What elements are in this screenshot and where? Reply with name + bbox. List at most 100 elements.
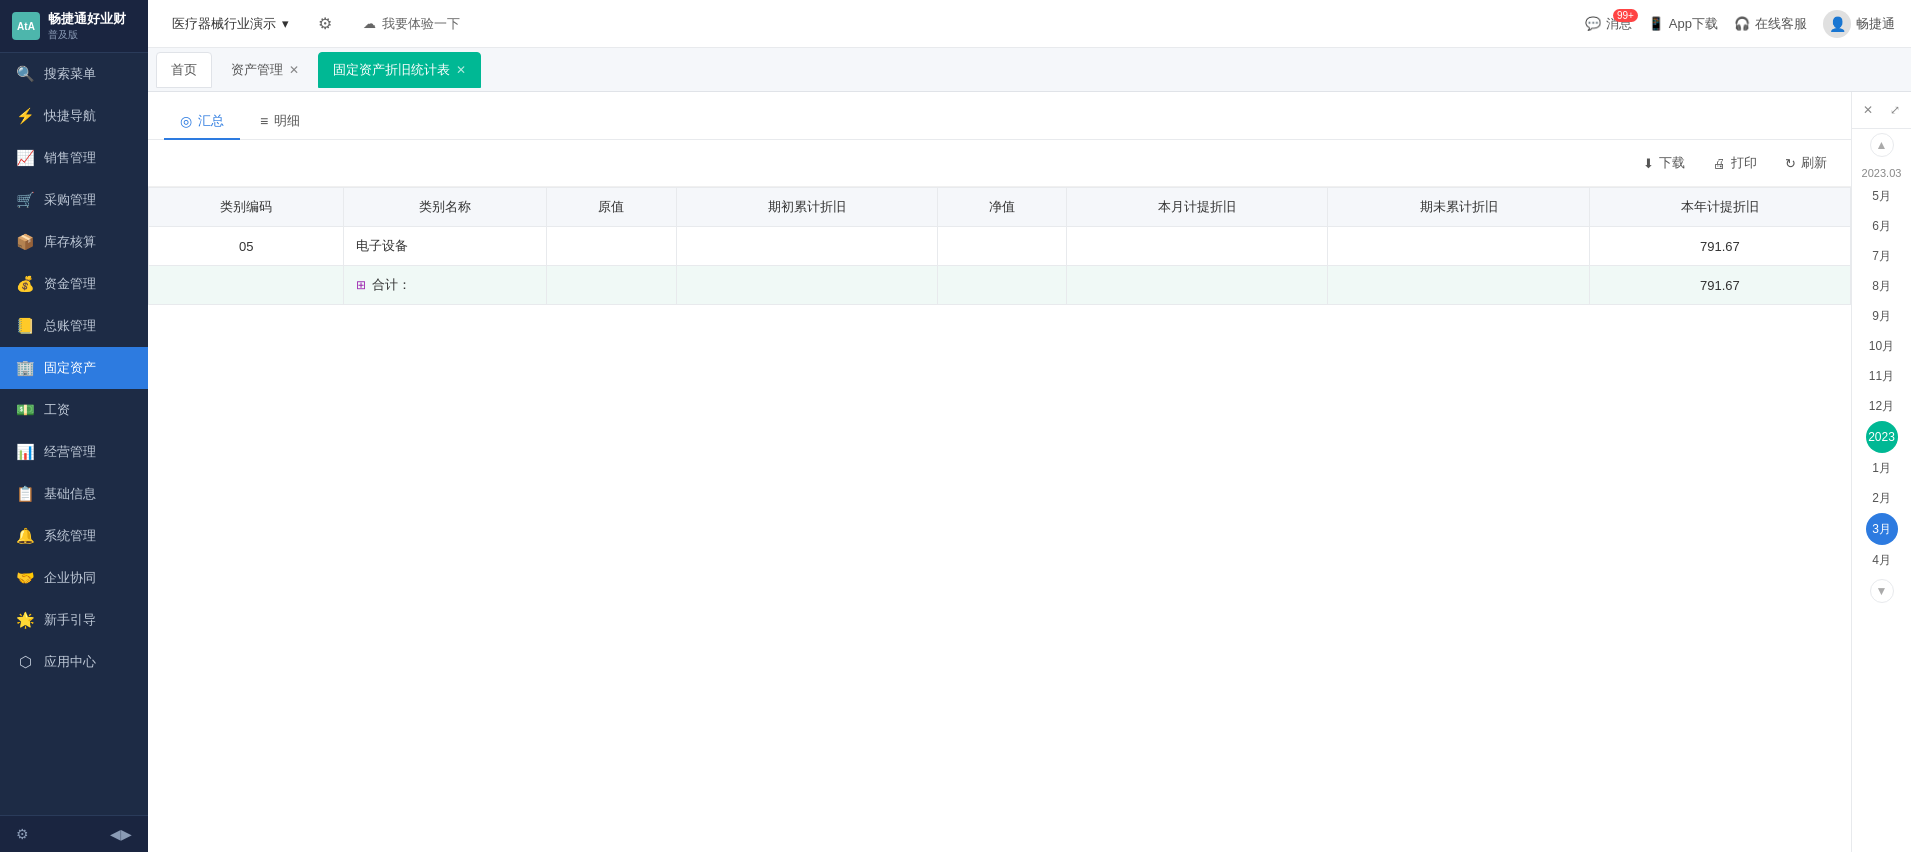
depreciation-tab-close[interactable]: ✕	[456, 64, 466, 76]
month-item-2[interactable]: 2月	[1872, 483, 1891, 513]
sidebar-label-sales: 销售管理	[44, 149, 96, 167]
month-item-7[interactable]: 7月	[1872, 241, 1891, 271]
sidebar-icon-guide: 🌟	[16, 611, 34, 629]
sidebar-icon-app-center: ⬡	[16, 653, 34, 671]
date-panel-expand-button[interactable]: ⤢	[1885, 100, 1905, 120]
gear-icon: ⚙	[318, 14, 332, 33]
sidebar-item-inventory[interactable]: 📦 库存核算	[0, 221, 148, 263]
sidebar-label-guide: 新手引导	[44, 611, 96, 629]
month-item-11[interactable]: 11月	[1869, 361, 1894, 391]
topbar-settings-button[interactable]: ⚙	[309, 8, 341, 40]
message-icon: 💬	[1585, 16, 1601, 31]
user-profile-button[interactable]: 👤 畅捷通	[1823, 10, 1895, 38]
table-row: 05 电子设备 791.67	[149, 227, 1851, 266]
app-download-label: App下载	[1669, 15, 1718, 33]
sidebar-icon-funds: 💰	[16, 275, 34, 293]
month-item-5[interactable]: 5月	[1872, 181, 1891, 211]
sidebar-icon-payroll: 💵	[16, 401, 34, 419]
sidebar-item-purchase[interactable]: 🛒 采购管理	[0, 179, 148, 221]
col-code: 类别编码	[149, 188, 344, 227]
total-cell-code	[149, 266, 344, 305]
sidebar-label-enterprise: 企业协同	[44, 569, 96, 587]
month-item-12[interactable]: 12月	[1869, 391, 1894, 421]
month-item-8[interactable]: 8月	[1872, 271, 1891, 301]
message-button[interactable]: 💬 消息 99+	[1585, 15, 1632, 33]
sidebar-label-payroll: 工资	[44, 401, 70, 419]
download-icon: 📱	[1648, 16, 1664, 31]
collapse-sidebar-button[interactable]: ◀▶	[110, 826, 132, 842]
scroll-down-button[interactable]: ▼	[1870, 579, 1894, 603]
sidebar-item-payroll[interactable]: 💵 工资	[0, 389, 148, 431]
subtab-summary[interactable]: ◎ 汇总	[164, 104, 240, 140]
sidebar-item-search[interactable]: 🔍 搜索菜单	[0, 53, 148, 95]
sidebar-item-operations[interactable]: 📊 经营管理	[0, 431, 148, 473]
total-icon: ⊞	[356, 278, 366, 292]
sidebar-item-ledger[interactable]: 📒 总账管理	[0, 305, 148, 347]
refresh-icon: ↻	[1785, 156, 1796, 171]
experience-icon: ☁	[363, 16, 376, 31]
sidebar-label-inventory: 库存核算	[44, 233, 96, 251]
month-item-10[interactable]: 10月	[1869, 331, 1894, 361]
month-item-6[interactable]: 6月	[1872, 211, 1891, 241]
content-area: ◎ 汇总 ≡ 明细 ⬇ 下载 🖨 打印 ↻	[148, 92, 1911, 852]
asset-mgmt-tab-label: 资产管理	[231, 61, 283, 79]
date-panel: ✕ ⤢ ▲ 2023.03 5月 6月 7月 8月 9月 10月 11月 12月	[1851, 92, 1911, 852]
print-label: 打印	[1731, 154, 1757, 172]
subtab-detail[interactable]: ≡ 明细	[244, 104, 316, 140]
sidebar-label-purchase: 采购管理	[44, 191, 96, 209]
tab-asset-management[interactable]: 资产管理 ✕	[216, 52, 314, 88]
home-tab-label: 首页	[171, 61, 197, 79]
month-item-1[interactable]: 1月	[1872, 453, 1891, 483]
date-panel-header: ✕ ⤢	[1852, 92, 1911, 129]
sidebar-item-quick-nav[interactable]: ⚡ 快捷导航	[0, 95, 148, 137]
sidebar-item-guide[interactable]: 🌟 新手引导	[0, 599, 148, 641]
sidebar-item-basic-info[interactable]: 📋 基础信息	[0, 473, 148, 515]
company-selector[interactable]: 医疗器械行业演示 ▾	[164, 11, 297, 37]
customer-service-button[interactable]: 🎧 在线客服	[1734, 15, 1807, 33]
sidebar: AtA 畅捷通好业财 普及版 🔍 搜索菜单 ⚡ 快捷导航 📈 销售管理 🛒 采购…	[0, 0, 148, 852]
month-item-4[interactable]: 4月	[1872, 545, 1891, 575]
date-panel-content: ▲ 2023.03 5月 6月 7月 8月 9月 10月 11月 12月 202…	[1852, 129, 1911, 607]
tab-home[interactable]: 首页	[156, 52, 212, 88]
sidebar-item-app-center[interactable]: ⬡ 应用中心	[0, 641, 148, 683]
sidebar-item-fixed-assets[interactable]: 🏢 固定资产	[0, 347, 148, 389]
month-item-3-active[interactable]: 3月	[1866, 513, 1898, 545]
sidebar-icon-quick-nav: ⚡	[16, 107, 34, 125]
app-title: 畅捷通好业财	[48, 10, 126, 28]
date-panel-scroll: ▲ 2023.03 5月 6月 7月 8月 9月 10月 11月 12月 202…	[1852, 129, 1911, 852]
cell-code: 05	[149, 227, 344, 266]
total-monthly-dep	[1067, 266, 1328, 305]
sidebar-item-enterprise[interactable]: 🤝 企业协同	[0, 557, 148, 599]
table-total-row: ⊞ 合计： 791.67	[149, 266, 1851, 305]
sidebar-footer: ⚙ ◀▶	[0, 815, 148, 852]
sidebar-item-funds[interactable]: 💰 资金管理	[0, 263, 148, 305]
company-dropdown-icon: ▾	[282, 16, 289, 31]
sidebar-icon-enterprise: 🤝	[16, 569, 34, 587]
tab-depreciation-report[interactable]: 固定资产折旧统计表 ✕	[318, 52, 481, 88]
main-content: 医疗器械行业演示 ▾ ⚙ ☁ 我要体验一下 💬 消息 99+ 📱 App下载 🎧…	[148, 0, 1911, 852]
download-button[interactable]: ⬇ 下载	[1635, 150, 1693, 176]
sidebar-icon-fixed-assets: 🏢	[16, 359, 34, 377]
total-original	[547, 266, 676, 305]
sidebar-label-system: 系统管理	[44, 527, 96, 545]
month-item-9[interactable]: 9月	[1872, 301, 1891, 331]
sidebar-item-system[interactable]: 🔔 系统管理	[0, 515, 148, 557]
app-download-button[interactable]: 📱 App下载	[1648, 15, 1718, 33]
col-yearly-dep: 本年计提折旧	[1589, 188, 1850, 227]
detail-label: 明细	[274, 112, 300, 130]
sidebar-header-text: 畅捷通好业财 普及版	[48, 10, 126, 42]
year-2023-label[interactable]: 2023	[1866, 421, 1898, 453]
table-header-row: 类别编码 类别名称 原值 期初累计折旧 净值 本月计提折旧 期未累计折旧 本年计…	[149, 188, 1851, 227]
user-avatar: 👤	[1823, 10, 1851, 38]
sidebar-item-sales[interactable]: 📈 销售管理	[0, 137, 148, 179]
scroll-up-button[interactable]: ▲	[1870, 133, 1894, 157]
print-button[interactable]: 🖨 打印	[1705, 150, 1765, 176]
asset-mgmt-tab-close[interactable]: ✕	[289, 64, 299, 76]
col-monthly-dep: 本月计提折旧	[1067, 188, 1328, 227]
experience-button[interactable]: ☁ 我要体验一下	[353, 11, 470, 37]
date-panel-close-button[interactable]: ✕	[1858, 100, 1878, 120]
cell-original	[547, 227, 676, 266]
settings-icon[interactable]: ⚙	[16, 826, 29, 842]
refresh-button[interactable]: ↻ 刷新	[1777, 150, 1835, 176]
detail-icon: ≡	[260, 113, 268, 129]
